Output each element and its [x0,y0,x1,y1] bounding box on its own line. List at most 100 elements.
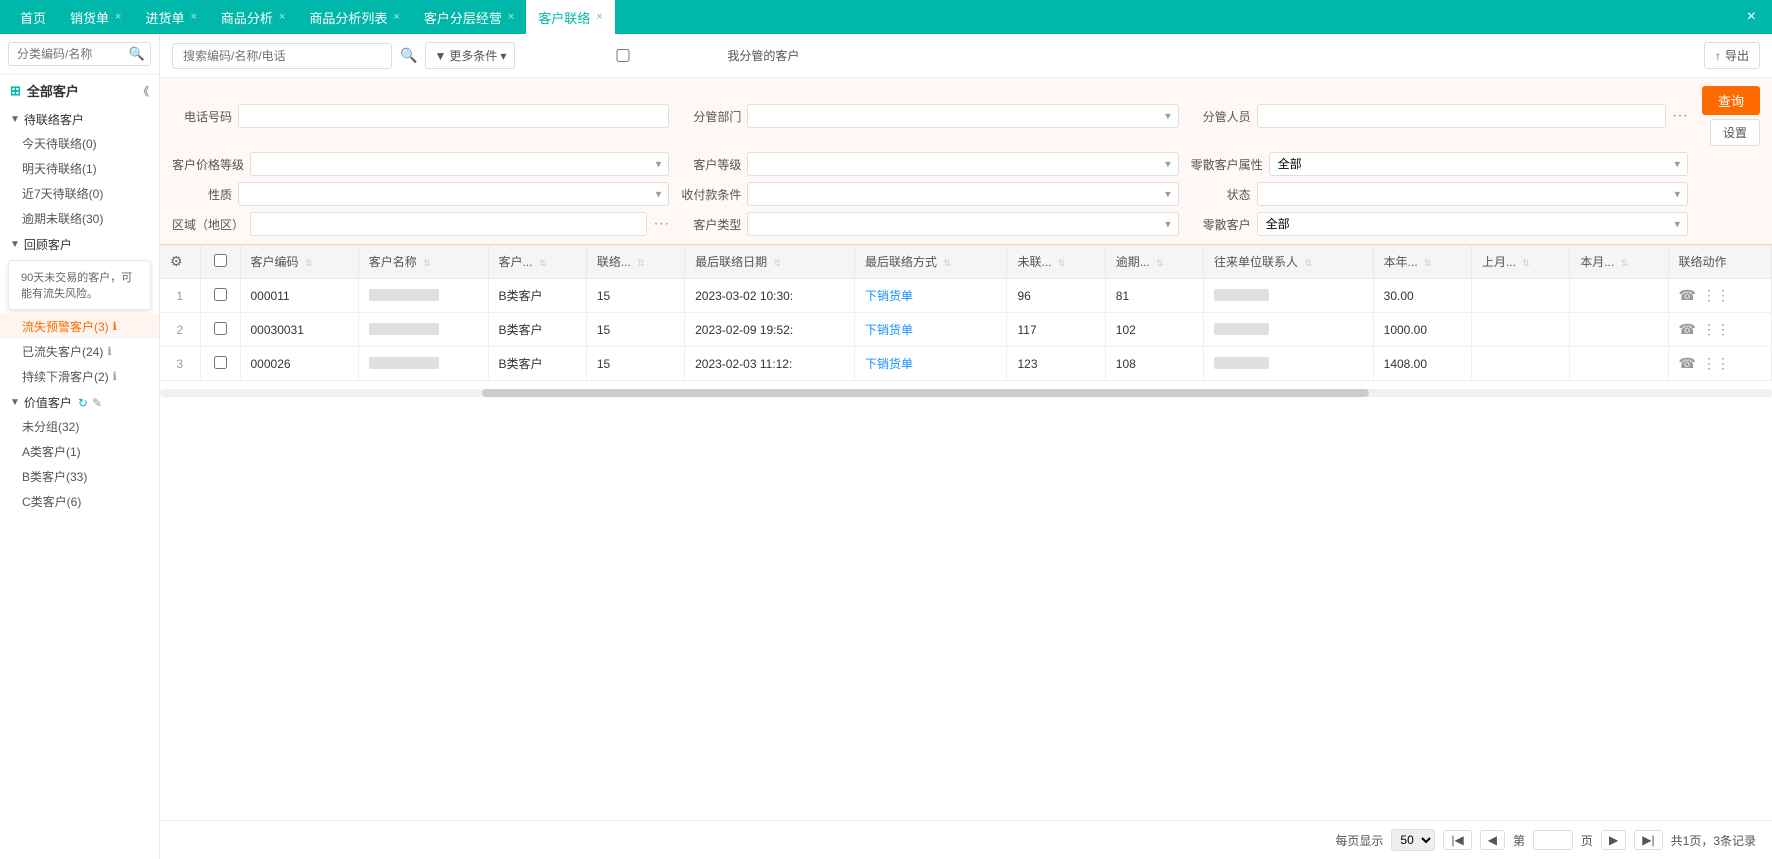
horizontal-scroll-thumb[interactable] [482,389,1369,397]
nav-customer-contact-close[interactable]: × [596,11,602,23]
status-select[interactable] [1257,182,1688,206]
nav-product-list-close[interactable]: × [393,11,399,23]
nav-customer-tier[interactable]: 客户分层经营 × [412,0,526,34]
manager-more-icon[interactable]: ··· [1672,108,1688,124]
region-more-icon[interactable]: ··· [653,216,669,232]
sidebar-group-review[interactable]: ▼ 回顾客户 [0,231,159,256]
row-checkbox[interactable] [214,322,227,335]
sidebar-group-value[interactable]: ▼ 价值客户 ↻ ✎ [0,389,159,414]
row-contact-icon[interactable]: ☎ [1679,355,1696,372]
row-contact-icon[interactable]: ☎ [1679,287,1696,304]
sidebar-item-class-b[interactable]: B类客户(33) [0,464,159,489]
nav-product-analysis[interactable]: 商品分析 × [209,0,297,34]
row-checkbox-cell [200,313,240,347]
sidebar-item-overdue[interactable]: 逾期未联络(30) [0,206,159,231]
sort-icon-unliaised[interactable]: ⇅ [1058,258,1066,268]
blurred-name: ████████ [369,357,439,369]
customer-type-select[interactable] [747,212,1178,236]
col-last-method: 最后联络方式 ⇅ [854,245,1007,279]
phone-input[interactable] [238,104,669,128]
nav-product-list[interactable]: 商品分析列表 × [297,0,411,34]
row-last-method[interactable]: 下销货单 [854,279,1007,313]
retail-attr-select[interactable]: 全部 [1269,152,1688,176]
page-number-input[interactable]: 1 [1533,830,1573,850]
row-checkbox[interactable] [214,356,227,369]
row-overdue: 81 [1105,279,1203,313]
row-last-month [1471,279,1569,313]
nav-product-analysis-close[interactable]: × [279,11,285,23]
edit-value-icon[interactable]: ✎ [92,396,102,410]
sort-icon-code[interactable]: ⇅ [305,258,313,268]
payment-label: 收付款条件 [681,186,741,203]
nav-customer-contact[interactable]: 客户联络 × [526,0,614,34]
sidebar-item-already-lost[interactable]: 已流失客户(24) ℹ [0,339,159,364]
sort-icon-this-year[interactable]: ⇅ [1424,258,1432,268]
customer-type-label: 客户类型 [681,216,741,233]
sidebar-item-7days[interactable]: 近7天待联络(0) [0,181,159,206]
nav-customer-tier-close[interactable]: × [508,11,514,23]
horizontal-scrollbar[interactable] [160,389,1772,397]
query-button[interactable]: 查询 [1702,86,1760,115]
sidebar-all-customers[interactable]: ⊞ 全部客户 《 [0,75,159,106]
sidebar-item-ungrouped[interactable]: 未分组(32) [0,414,159,439]
nav-purchase[interactable]: 进货单 × [133,0,208,34]
my-customers-checkbox[interactable]: 我分管的客户 [523,47,799,64]
customer-level-label: 客户等级 [681,156,741,173]
sidebar-item-declining[interactable]: 持续下滑客户(2) ℹ [0,364,159,389]
search-button[interactable]: 🔍 [400,47,417,64]
export-button[interactable]: ↑ 导出 [1704,42,1760,69]
sidebar-item-today[interactable]: 今天待联络(0) [0,131,159,156]
prev-page-button[interactable]: ◀ [1480,830,1505,850]
refresh-icon[interactable]: ↻ [78,396,88,410]
row-more-icon[interactable]: ⋮⋮ [1702,287,1730,304]
sort-icon-overdue[interactable]: ⇅ [1156,258,1164,268]
row-last-method[interactable]: 下销货单 [854,313,1007,347]
next-page-button[interactable]: ▶ [1601,830,1626,850]
search-input[interactable] [172,43,392,69]
content-area: 🔍 ▼ 更多条件 ▾ 我分管的客户 ↑ 导出 电话号码 [160,34,1772,859]
per-page-select[interactable]: 50 [1391,829,1435,851]
dept-select[interactable] [747,104,1178,128]
nav-purchase-close[interactable]: × [190,11,196,23]
sort-icon-contact[interactable]: ⇅ [637,258,645,268]
table-settings-icon[interactable]: ⚙ [170,253,183,269]
row-actions: ☎ ⋮⋮ [1668,313,1772,347]
sidebar-group-pending[interactable]: ▼ 待联络客户 [0,106,159,131]
sidebar-item-churn-warning[interactable]: 流失预警客户(3) ℹ [0,314,159,339]
price-level-select[interactable] [250,152,669,176]
nav-sales-close[interactable]: × [115,11,121,23]
row-contact-icon[interactable]: ☎ [1679,321,1696,338]
row-contact-person: ███████ [1204,347,1374,381]
sidebar-item-class-a[interactable]: A类客户(1) [0,439,159,464]
sort-icon-this-month[interactable]: ⇅ [1621,258,1629,268]
manager-input[interactable] [1257,104,1666,128]
last-page-button[interactable]: ▶| [1634,830,1662,850]
sort-icon-last-method[interactable]: ⇅ [943,258,951,268]
sidebar-item-tomorrow[interactable]: 明天待联络(1) [0,156,159,181]
region-input[interactable] [250,212,647,236]
my-customers-check[interactable] [523,49,723,62]
settings-button[interactable]: 设置 [1710,119,1760,146]
sort-icon-contact-person[interactable]: ⇅ [1304,258,1312,268]
col-this-month: 本月... ⇅ [1570,245,1668,279]
nav-home[interactable]: 首页 [8,0,58,34]
retail-customer-select[interactable]: 全部 [1257,212,1688,236]
sort-icon-last-date[interactable]: ⇅ [773,258,781,268]
select-all-checkbox[interactable] [214,254,227,267]
row-more-icon[interactable]: ⋮⋮ [1702,355,1730,372]
sort-icon-last-month[interactable]: ⇅ [1522,258,1530,268]
window-close-button[interactable]: × [1739,8,1764,26]
row-code: 000011 [240,279,358,313]
row-last-method[interactable]: 下销货单 [854,347,1007,381]
more-filter-button[interactable]: ▼ 更多条件 ▾ [425,42,515,69]
sidebar-item-class-c[interactable]: C类客户(6) [0,489,159,514]
row-more-icon[interactable]: ⋮⋮ [1702,321,1730,338]
sort-icon-name[interactable]: ⇅ [423,258,431,268]
row-checkbox[interactable] [214,288,227,301]
nav-sales[interactable]: 销货单 × [58,0,133,34]
payment-select[interactable] [747,182,1178,206]
customer-level-select[interactable] [747,152,1178,176]
sort-icon-type[interactable]: ⇅ [539,258,547,268]
first-page-button[interactable]: |◀ [1443,830,1471,850]
nature-select[interactable] [238,182,669,206]
